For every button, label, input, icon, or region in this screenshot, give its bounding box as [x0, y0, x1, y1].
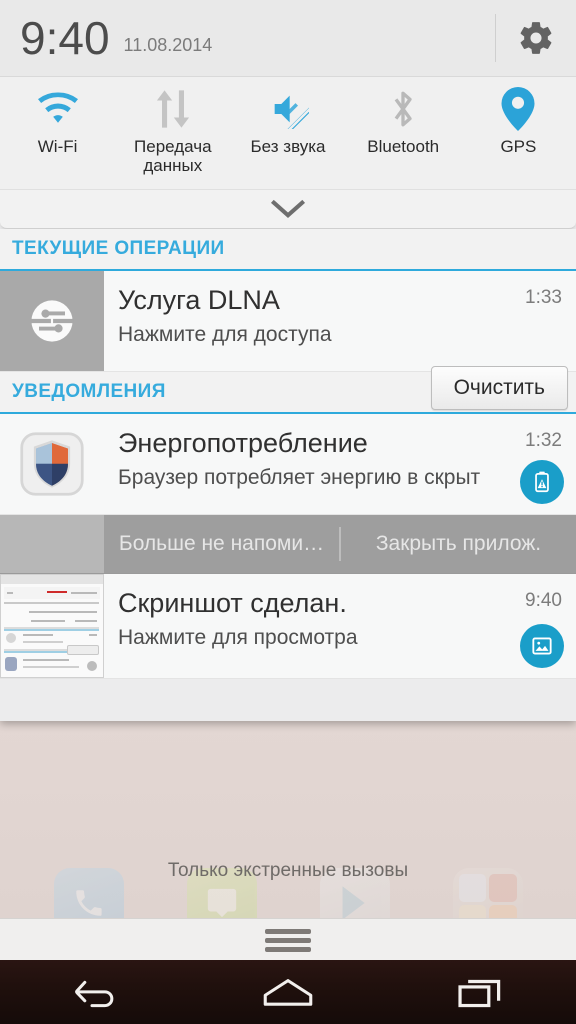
- notification-time: 1:32: [525, 430, 562, 451]
- notification-actions-row: Больше не напоми… Закрыть прилож.: [0, 515, 576, 574]
- message-icon: [207, 888, 236, 918]
- dlna-share-icon: [30, 300, 74, 342]
- emergency-calls-text: Только экстренные вызовы: [167, 860, 409, 881]
- notification-body: Скриншот сделан. Нажмите для просмотра 9…: [104, 574, 576, 678]
- header-divider: [495, 14, 496, 62]
- thumb-detail: [23, 659, 69, 661]
- section-title: ТЕКУЩИЕ ОПЕРАЦИИ: [12, 238, 225, 259]
- gps-pin-icon: [501, 87, 535, 131]
- handle-line: [265, 937, 311, 943]
- quick-toggle-bluetooth[interactable]: Bluetooth: [346, 77, 461, 156]
- shade-handle-container: [0, 679, 576, 721]
- expand-quick-settings-button[interactable]: [0, 190, 576, 229]
- navigation-bar: [0, 960, 576, 1024]
- section-header-ongoing: ТЕКУЩИЕ ОПЕРАЦИИ: [0, 229, 576, 271]
- notification-time: 1:33: [525, 287, 562, 308]
- quick-toggle-label: GPS: [500, 137, 537, 156]
- thumb-statusbar: [1, 575, 103, 584]
- notification-icon-container: [0, 574, 104, 678]
- shade-header: 9:40 11.08.2014: [0, 0, 576, 77]
- home-button[interactable]: [243, 969, 333, 1015]
- thumb-detail: [23, 666, 79, 668]
- action-close-app-button[interactable]: Закрыть прилож.: [341, 532, 576, 556]
- recents-button[interactable]: [435, 969, 525, 1015]
- thumb-detail: [47, 591, 67, 593]
- data-transfer-icon: [152, 87, 194, 131]
- handle-line: [265, 946, 311, 952]
- settings-button[interactable]: [510, 12, 562, 64]
- notification-title: Услуга DLNA: [118, 285, 280, 315]
- notification-dlna[interactable]: Услуга DLNA Нажмите для доступа 1:33: [0, 271, 576, 372]
- thumb-detail: [31, 620, 65, 622]
- clock-date: 11.08.2014: [123, 34, 213, 55]
- back-button[interactable]: [51, 969, 141, 1015]
- gear-icon: [520, 22, 552, 54]
- phone-icon: [75, 890, 102, 916]
- notification-badge: [520, 624, 564, 668]
- back-arrow-icon: [75, 980, 114, 1008]
- quick-settings-row: Wi-Fi Передача данных Без звука Bluetoot…: [0, 77, 576, 190]
- action-dont-remind-button[interactable]: Больше не напоми…: [104, 532, 339, 556]
- thumb-detail: [89, 634, 97, 636]
- notification-icon-container: [0, 271, 104, 371]
- notification-power-usage[interactable]: Энергопотребление Браузер потребляет эне…: [0, 414, 576, 515]
- mute-icon: [267, 87, 309, 131]
- notification-shade: 9:40 11.08.2014 Wi-Fi Передача данных Бе…: [0, 0, 576, 721]
- quick-toggle-label: Без звука: [250, 137, 326, 156]
- quick-toggle-silent[interactable]: Без звука: [230, 77, 345, 156]
- thumb-detail: [7, 592, 13, 594]
- clear-all-button[interactable]: Очистить: [430, 366, 568, 410]
- thumb-badge: [87, 661, 97, 671]
- thumb-icon: [5, 657, 17, 671]
- screenshot-thumbnail[interactable]: [0, 574, 104, 678]
- notification-text: Нажмите для просмотра: [118, 625, 358, 649]
- thumb-detail: [4, 602, 99, 604]
- clock-time: 9:40: [20, 12, 110, 64]
- actions-container: Больше не напоми… Закрыть прилож.: [104, 515, 576, 573]
- thumb-detail: [29, 611, 97, 613]
- notification-body: Услуга DLNA Нажмите для доступа 1:33: [104, 271, 576, 371]
- quick-toggle-label: Bluetooth: [367, 137, 440, 156]
- section-header-notifications: УВЕДОМЛЕНИЯ Очистить: [0, 366, 576, 414]
- notification-text: Браузер потребляет энергию в скрыт: [118, 465, 481, 489]
- home-icon: [263, 979, 313, 1006]
- quick-toggle-label: Передача данных: [134, 137, 212, 175]
- actions-icon-spacer: [0, 515, 104, 573]
- notification-title: Скриншот сделан.: [118, 588, 347, 618]
- recents-icon: [458, 979, 501, 1008]
- handle-line: [265, 928, 311, 934]
- label-line-2: данных: [143, 156, 203, 176]
- quick-toggle-gps[interactable]: GPS: [461, 77, 576, 156]
- chevron-down-icon: [270, 199, 306, 219]
- thumb-detail: [71, 592, 97, 594]
- notification-icon-container: [0, 414, 104, 514]
- shade-drag-handle[interactable]: [0, 918, 576, 961]
- quick-toggle-label: Wi-Fi: [37, 137, 78, 156]
- quick-toggle-wifi[interactable]: Wi-Fi: [0, 77, 115, 156]
- photo-icon: [532, 637, 552, 655]
- wifi-icon: [36, 87, 80, 131]
- notification-screenshot[interactable]: Скриншот сделан. Нажмите для просмотра 9…: [0, 574, 576, 679]
- thumb-button: [67, 645, 99, 655]
- thumb-detail: [23, 634, 53, 636]
- battery-warning-icon: [535, 471, 549, 493]
- notification-body: Энергопотребление Браузер потребляет эне…: [104, 414, 576, 514]
- thumb-detail: [75, 620, 97, 622]
- play-triangle-icon: [342, 886, 365, 920]
- thumb-accent: [4, 629, 99, 631]
- section-title: УВЕДОМЛЕНИЯ: [12, 381, 166, 402]
- label-line-1: Передача: [134, 137, 212, 156]
- thumb-detail: [23, 641, 63, 643]
- phone-screen: Plume: [0, 0, 576, 1024]
- notification-time: 9:40: [525, 590, 562, 611]
- quick-toggle-mobile-data[interactable]: Передача данных: [115, 77, 230, 175]
- notification-text: Нажмите для доступа: [118, 322, 332, 346]
- notification-title: Энергопотребление: [118, 428, 368, 458]
- shield-icon: [20, 432, 84, 496]
- bluetooth-icon: [388, 87, 418, 131]
- thumb-icon: [6, 633, 16, 643]
- action-divider: [339, 527, 341, 561]
- notification-badge: [520, 460, 564, 504]
